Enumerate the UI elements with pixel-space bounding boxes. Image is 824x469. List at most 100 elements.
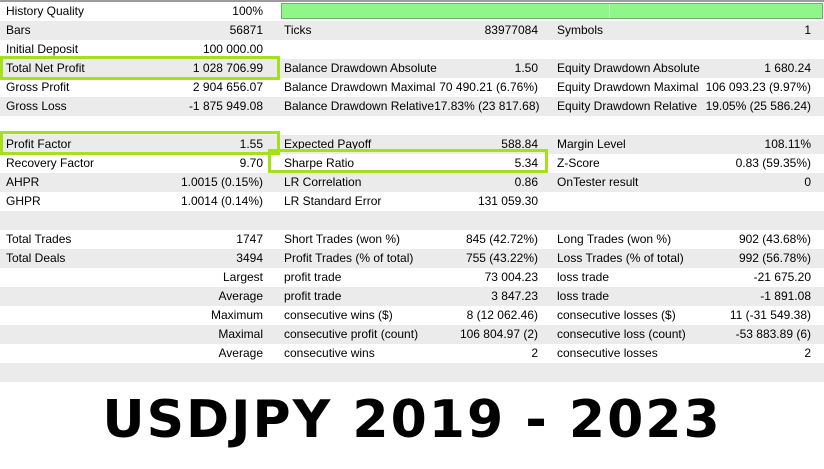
report-cell: Largest: [0, 268, 280, 287]
metric-value: -53 883.89 (6): [735, 327, 811, 341]
metric-label: consecutive wins: [284, 346, 375, 360]
backtest-report: History Quality 100% Bars 56871 Ticks 8397708…: [0, 0, 824, 469]
report-cell: Balance Drawdown Maximal 70 490.21 (6.76%…: [280, 78, 548, 97]
metric-label: Total Trades: [6, 232, 72, 246]
report-cell: [280, 211, 548, 230]
metric-value: 0.83 (59.35%): [735, 156, 811, 170]
report-cell: Symbols 1: [548, 21, 824, 40]
report-row: [0, 363, 824, 382]
report-cell: loss trade -1 891.08: [548, 287, 824, 306]
metric-value: 1 028 706.99: [192, 61, 263, 75]
metric-label: profit trade: [284, 289, 342, 303]
metric-value: 131 059.30: [477, 194, 538, 208]
report-cell: Balance Drawdown Relative 17.83% (23 817.…: [280, 97, 548, 116]
metric-value: -21 675.20: [753, 270, 811, 284]
metric-label: History Quality: [6, 4, 85, 18]
report-cell: Ticks 83977084: [280, 21, 548, 40]
metric-label: GHPR: [6, 194, 41, 208]
metric-value: 2: [804, 346, 811, 360]
metric-value: 1.0014 (0.14%): [180, 194, 263, 208]
metric-value: Maximal: [218, 327, 263, 341]
metric-label: Short Trades (won %): [284, 232, 401, 246]
report-cell: consecutive profit (count) 106 804.97 (2): [280, 325, 548, 344]
report-cell: Initial Deposit 100 000.00: [0, 40, 280, 59]
metric-label: Sharpe Ratio: [284, 156, 355, 170]
report-cell: [548, 211, 824, 230]
report-row: Total Deals 3494 Profit Trades (% of total…: [0, 249, 824, 268]
metric-value: Largest: [222, 270, 263, 284]
metric-label: Balance Drawdown Relative: [284, 99, 435, 113]
metric-value: 1747: [236, 232, 263, 246]
metric-label: Total Net Profit: [6, 61, 85, 75]
report-cell: Equity Drawdown Maximal 106 093.23 (9.97%…: [548, 78, 824, 97]
metric-label: Loss Trades (% of total): [557, 251, 684, 265]
metric-label: OnTester result: [557, 175, 639, 189]
report-cell: [280, 40, 548, 59]
metric-value: 8 (12 062.46): [466, 308, 538, 322]
report-row: [0, 116, 824, 135]
metric-label: consecutive profit (count): [284, 327, 419, 341]
metric-value: 0.86: [514, 175, 538, 189]
metric-label: profit trade: [284, 270, 342, 284]
report-cell: [0, 116, 280, 135]
report-cell: consecutive wins 2: [280, 344, 548, 363]
report-cell: Profit Factor 1.55: [0, 135, 280, 154]
report-cell: Short Trades (won %) 845 (42.72%): [280, 230, 548, 249]
page-title: USDJPY 2019 - 2023: [102, 390, 722, 450]
metric-value: 755 (43.22%): [465, 251, 538, 265]
report-cell: consecutive losses 2: [548, 344, 824, 363]
metric-label: Profit Factor: [6, 137, 72, 151]
metric-value: 3494: [236, 251, 263, 265]
report-cell: Bars 56871: [0, 21, 280, 40]
metric-value: 56871: [229, 23, 263, 37]
metric-label: Bars: [6, 23, 31, 37]
metric-label: AHPR: [6, 175, 40, 189]
metric-label: consecutive losses: [557, 346, 658, 360]
metric-label: Gross Profit: [6, 80, 70, 94]
metric-value: 845 (42.72%): [465, 232, 538, 246]
report-row: Profit Factor 1.55 Expected Payoff 588.84 Ma…: [0, 135, 824, 154]
report-cell: [548, 192, 824, 211]
report-row: Maximal consecutive profit (count) 106 804…: [0, 325, 824, 344]
metric-label: Initial Deposit: [6, 42, 79, 56]
metric-value: Average: [218, 289, 263, 303]
report-row: AHPR 1.0015 (0.15%) LR Correlation 0.86 OnTe…: [0, 173, 824, 192]
report-cell: [280, 116, 548, 135]
metric-value: 1.55: [239, 137, 263, 151]
report-cell: Total Deals 3494: [0, 249, 280, 268]
report-row: Recovery Factor 9.70 Sharpe Ratio 5.34 Z-Sco…: [0, 154, 824, 173]
report-cell: Average: [0, 344, 280, 363]
metric-value: 9.70: [239, 156, 263, 170]
report-cell: AHPR 1.0015 (0.15%): [0, 173, 280, 192]
metric-label: Profit Trades (% of total): [284, 251, 414, 265]
metric-value: -1 891.08: [760, 289, 811, 303]
metric-label: consecutive loss (count): [557, 327, 686, 341]
metric-label: loss trade: [557, 289, 610, 303]
report-row: Total Trades 1747 Short Trades (won %) 845 …: [0, 230, 824, 249]
report-cell: consecutive losses ($) 11 (-31 549.38): [548, 306, 824, 325]
metric-value: 83977084: [484, 23, 538, 37]
metric-value: 1: [804, 23, 811, 37]
metric-value: 992 (56.78%): [738, 251, 811, 265]
metric-label: Symbols: [557, 23, 604, 37]
report-cell: profit trade 3 847.23: [280, 287, 548, 306]
metric-label: loss trade: [557, 270, 610, 284]
metric-label: consecutive wins ($): [284, 308, 393, 322]
report-cell: [280, 363, 548, 382]
report-cell: Gross Loss -1 875 949.08: [0, 97, 280, 116]
report-cell: Equity Drawdown Relative 19.05% (25 586.2…: [548, 97, 824, 116]
report-row: Largest profit trade 73 004.23 loss trade -2…: [0, 268, 824, 287]
metric-value: 100%: [232, 4, 263, 18]
metric-label: Equity Drawdown Absolute: [557, 61, 700, 75]
metric-label: Margin Level: [557, 137, 626, 151]
metric-label: Gross Loss: [6, 99, 67, 113]
report-cell: consecutive wins ($) 8 (12 062.46): [280, 306, 548, 325]
metric-value: Average: [218, 346, 263, 360]
report-cell: consecutive loss (count) -53 883.89 (6): [548, 325, 824, 344]
report-cell: Maximal: [0, 325, 280, 344]
report-cell: Expected Payoff 588.84: [280, 135, 548, 154]
report-cell: Z-Score 0.83 (59.35%): [548, 154, 824, 173]
report-row: Gross Profit 2 904 656.07 Balance Drawdown…: [0, 78, 824, 97]
report-cell: Gross Profit 2 904 656.07: [0, 78, 280, 97]
metric-label: LR Standard Error: [284, 194, 382, 208]
